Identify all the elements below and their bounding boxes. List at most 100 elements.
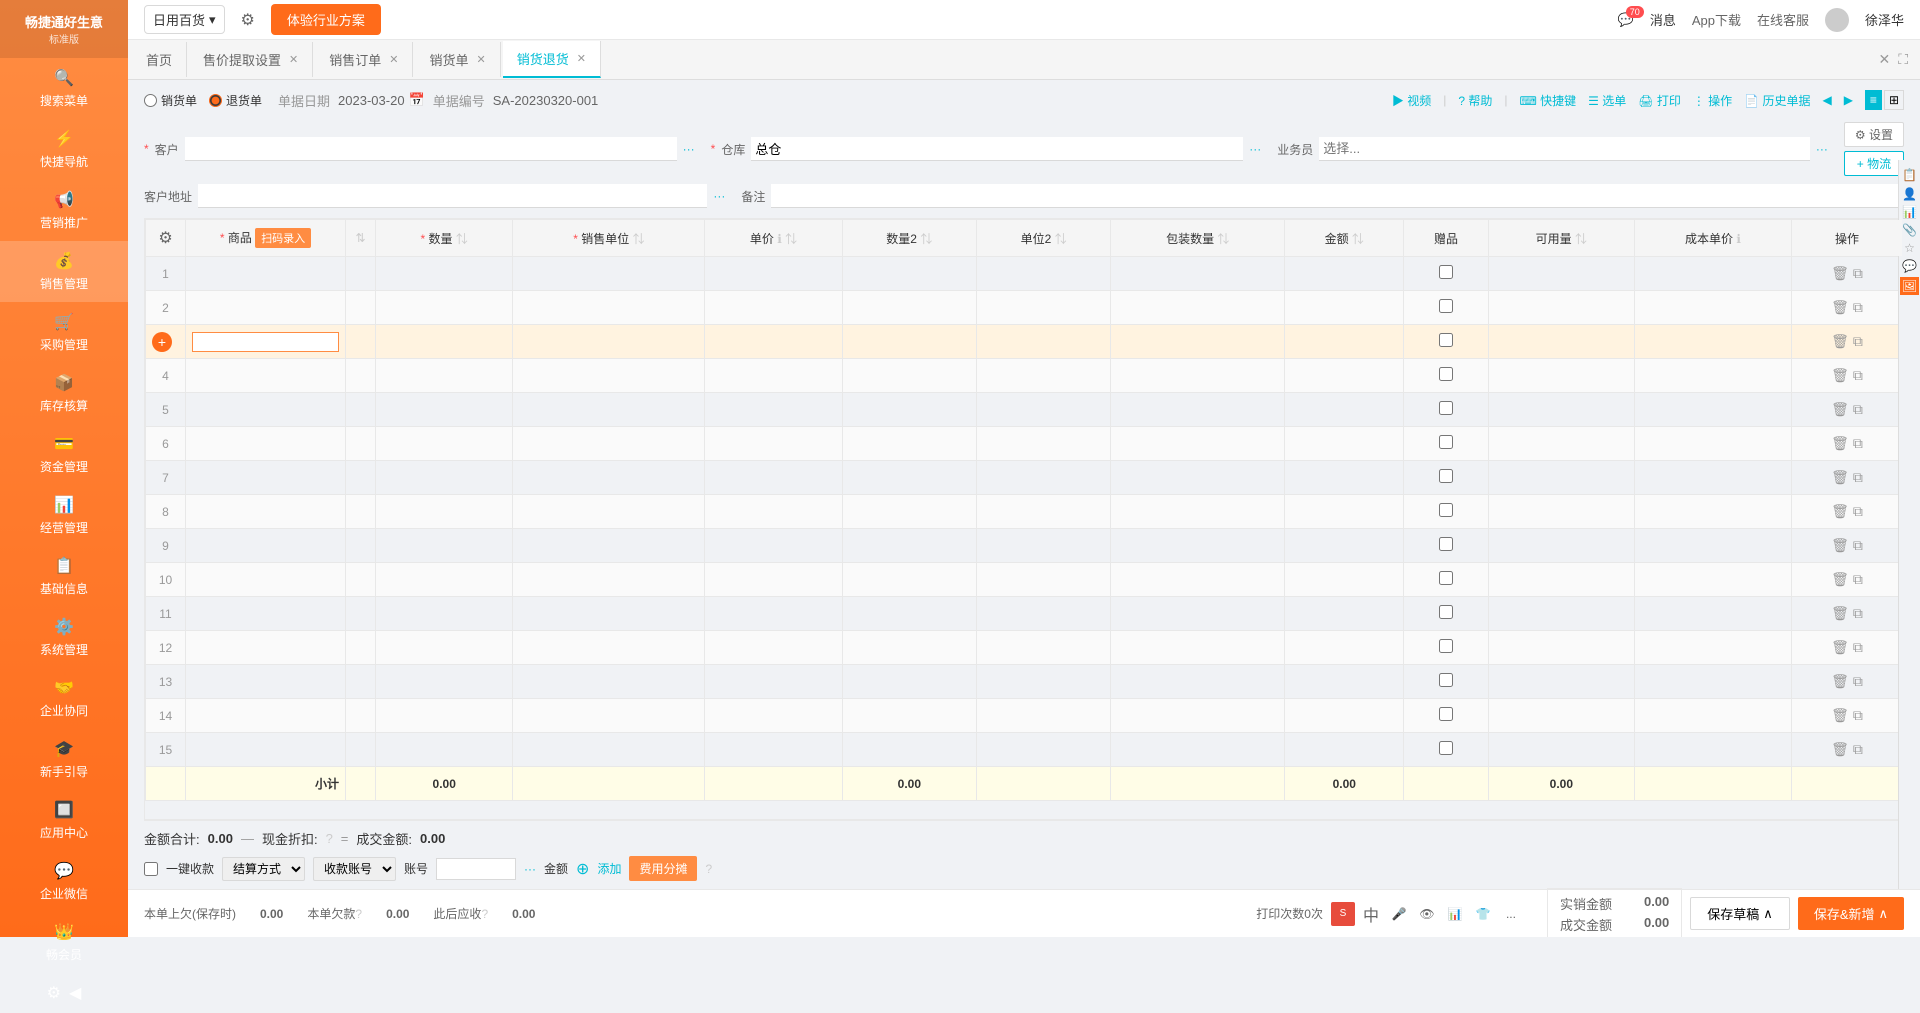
quantity-cell[interactable] [376, 393, 513, 427]
product-cell[interactable] [186, 665, 346, 699]
experience-btn[interactable]: 体验行业方案 [271, 4, 381, 35]
quantity-cell[interactable] [376, 699, 513, 733]
unit2-cell[interactable] [977, 563, 1111, 597]
sidebar-item-purchase[interactable]: 🛒 采购管理 [0, 302, 128, 363]
package-qty-cell[interactable] [1111, 359, 1285, 393]
sales-unit-cell[interactable] [513, 325, 705, 359]
delete-row-btn[interactable]: 🗑 [1829, 501, 1851, 522]
delete-row-btn[interactable]: 🗑 [1829, 535, 1851, 556]
product-cell[interactable] [186, 427, 346, 461]
product-cell[interactable] [186, 563, 346, 597]
delete-row-btn[interactable]: 🗑 [1829, 263, 1851, 284]
sidebar-item-member[interactable]: 👑 畅会员 [0, 912, 128, 973]
tab-sales-order-close[interactable]: ✕ [389, 53, 398, 66]
copy-row-btn[interactable]: ⧉ [1851, 501, 1865, 522]
sales-unit-cell[interactable] [513, 359, 705, 393]
sidebar-item-wechat[interactable]: 💬 企业微信 [0, 851, 128, 912]
sort-cell[interactable] [346, 495, 376, 529]
available-cell[interactable] [1488, 563, 1634, 597]
package-qty-cell[interactable] [1111, 563, 1285, 597]
quantity-cell[interactable] [376, 665, 513, 699]
copy-row-btn[interactable]: ⧉ [1851, 263, 1865, 284]
th-quantity-sort[interactable]: ⇅ [456, 232, 468, 246]
sort-cell[interactable] [346, 427, 376, 461]
unit2-cell[interactable] [977, 257, 1111, 291]
unit-price-cell[interactable] [705, 427, 842, 461]
unit2-cell[interactable] [977, 631, 1111, 665]
copy-row-btn[interactable]: ⧉ [1851, 569, 1865, 590]
copy-row-btn[interactable]: ⧉ [1851, 637, 1865, 658]
package-qty-cell[interactable] [1111, 495, 1285, 529]
right-panel-icon-active[interactable]: 🖼 [1900, 277, 1919, 295]
sort-cell[interactable] [346, 393, 376, 427]
gift-checkbox[interactable] [1439, 469, 1453, 483]
th-amount-sort[interactable]: ⇅ [1352, 232, 1364, 246]
help-btn[interactable]: ? 帮助 [1458, 92, 1492, 109]
product-cell[interactable] [186, 325, 346, 359]
right-panel-icon-4[interactable]: 📎 [1902, 223, 1917, 237]
sort-cell[interactable] [346, 461, 376, 495]
fee-split-btn[interactable]: 费用分摊 [629, 856, 697, 881]
unit2-cell[interactable] [977, 597, 1111, 631]
unit-price-cell[interactable] [705, 597, 842, 631]
radio-sales-single[interactable]: 销货单 [144, 92, 197, 109]
sales-unit-cell[interactable] [513, 631, 705, 665]
th-price-sort[interactable]: ⇅ [785, 232, 797, 246]
gift-checkbox[interactable] [1439, 299, 1453, 313]
sidebar-item-finance[interactable]: 💳 资金管理 [0, 424, 128, 485]
quantity-cell[interactable] [376, 461, 513, 495]
delete-row-btn[interactable]: 🗑 [1829, 637, 1851, 658]
copy-row-btn[interactable]: ⧉ [1851, 671, 1865, 692]
unit-price-cell[interactable] [705, 325, 842, 359]
credit-info-icon[interactable]: ? [355, 907, 362, 921]
sort-cell[interactable] [346, 597, 376, 631]
amount-cell[interactable] [1285, 359, 1404, 393]
gear-icon[interactable]: ⚙ [241, 10, 255, 30]
right-panel-icon-6[interactable]: 💬 [1902, 259, 1917, 273]
radio-sales-single-input[interactable] [144, 94, 157, 107]
quantity2-cell[interactable] [842, 257, 976, 291]
available-cell[interactable] [1488, 325, 1634, 359]
unit2-cell[interactable] [977, 325, 1111, 359]
tab-price-settings[interactable]: 售价提取设置 ✕ [189, 42, 313, 77]
unit2-cell[interactable] [977, 461, 1111, 495]
copy-row-btn[interactable]: ⧉ [1851, 365, 1865, 386]
tab-price-settings-close[interactable]: ✕ [289, 53, 298, 66]
sort-cell[interactable] [346, 529, 376, 563]
amount-cell[interactable] [1285, 665, 1404, 699]
calculation-select[interactable]: 结算方式 [222, 857, 305, 881]
cost-price-cell[interactable] [1635, 733, 1792, 767]
sort-cell[interactable] [346, 257, 376, 291]
cost-price-cell[interactable] [1635, 529, 1792, 563]
copy-row-btn[interactable]: ⧉ [1851, 603, 1865, 624]
radio-return-single[interactable]: 退货单 [209, 92, 262, 109]
right-panel-icon-2[interactable]: 👤 [1902, 187, 1917, 201]
quantity2-cell[interactable] [842, 665, 976, 699]
barcode-scan-btn[interactable]: 扫码录入 [255, 228, 311, 248]
sort-cell[interactable] [346, 631, 376, 665]
package-qty-cell[interactable] [1111, 699, 1285, 733]
right-panel-icon-3[interactable]: 📊 [1902, 205, 1917, 219]
unit2-cell[interactable] [977, 699, 1111, 733]
warehouse-select-icon[interactable]: ··· [1249, 142, 1261, 156]
delete-row-btn[interactable]: 🗑 [1829, 297, 1851, 318]
sales-unit-cell[interactable] [513, 393, 705, 427]
quantity-cell[interactable] [376, 325, 513, 359]
available-cell[interactable] [1488, 495, 1634, 529]
salesperson-select-icon[interactable]: ··· [1816, 142, 1828, 156]
th-qty2-sort[interactable]: ⇅ [920, 232, 932, 246]
quantity2-cell[interactable] [842, 495, 976, 529]
tab-sales-return[interactable]: 销货退货 ✕ [503, 41, 601, 78]
cost-price-cell[interactable] [1635, 563, 1792, 597]
th-pkg-sort[interactable]: ⇅ [1217, 232, 1229, 246]
unit-price-cell[interactable] [705, 631, 842, 665]
address-select-icon[interactable]: ··· [713, 189, 725, 203]
sales-unit-cell[interactable] [513, 461, 705, 495]
th-unit2-sort[interactable]: ⇅ [1055, 232, 1067, 246]
close-all-icon[interactable]: ✕ [1878, 51, 1890, 68]
available-cell[interactable] [1488, 359, 1634, 393]
quantity-cell[interactable] [376, 291, 513, 325]
sales-unit-cell[interactable] [513, 529, 705, 563]
copy-row-btn[interactable]: ⧉ [1851, 399, 1865, 420]
quantity-cell[interactable] [376, 631, 513, 665]
